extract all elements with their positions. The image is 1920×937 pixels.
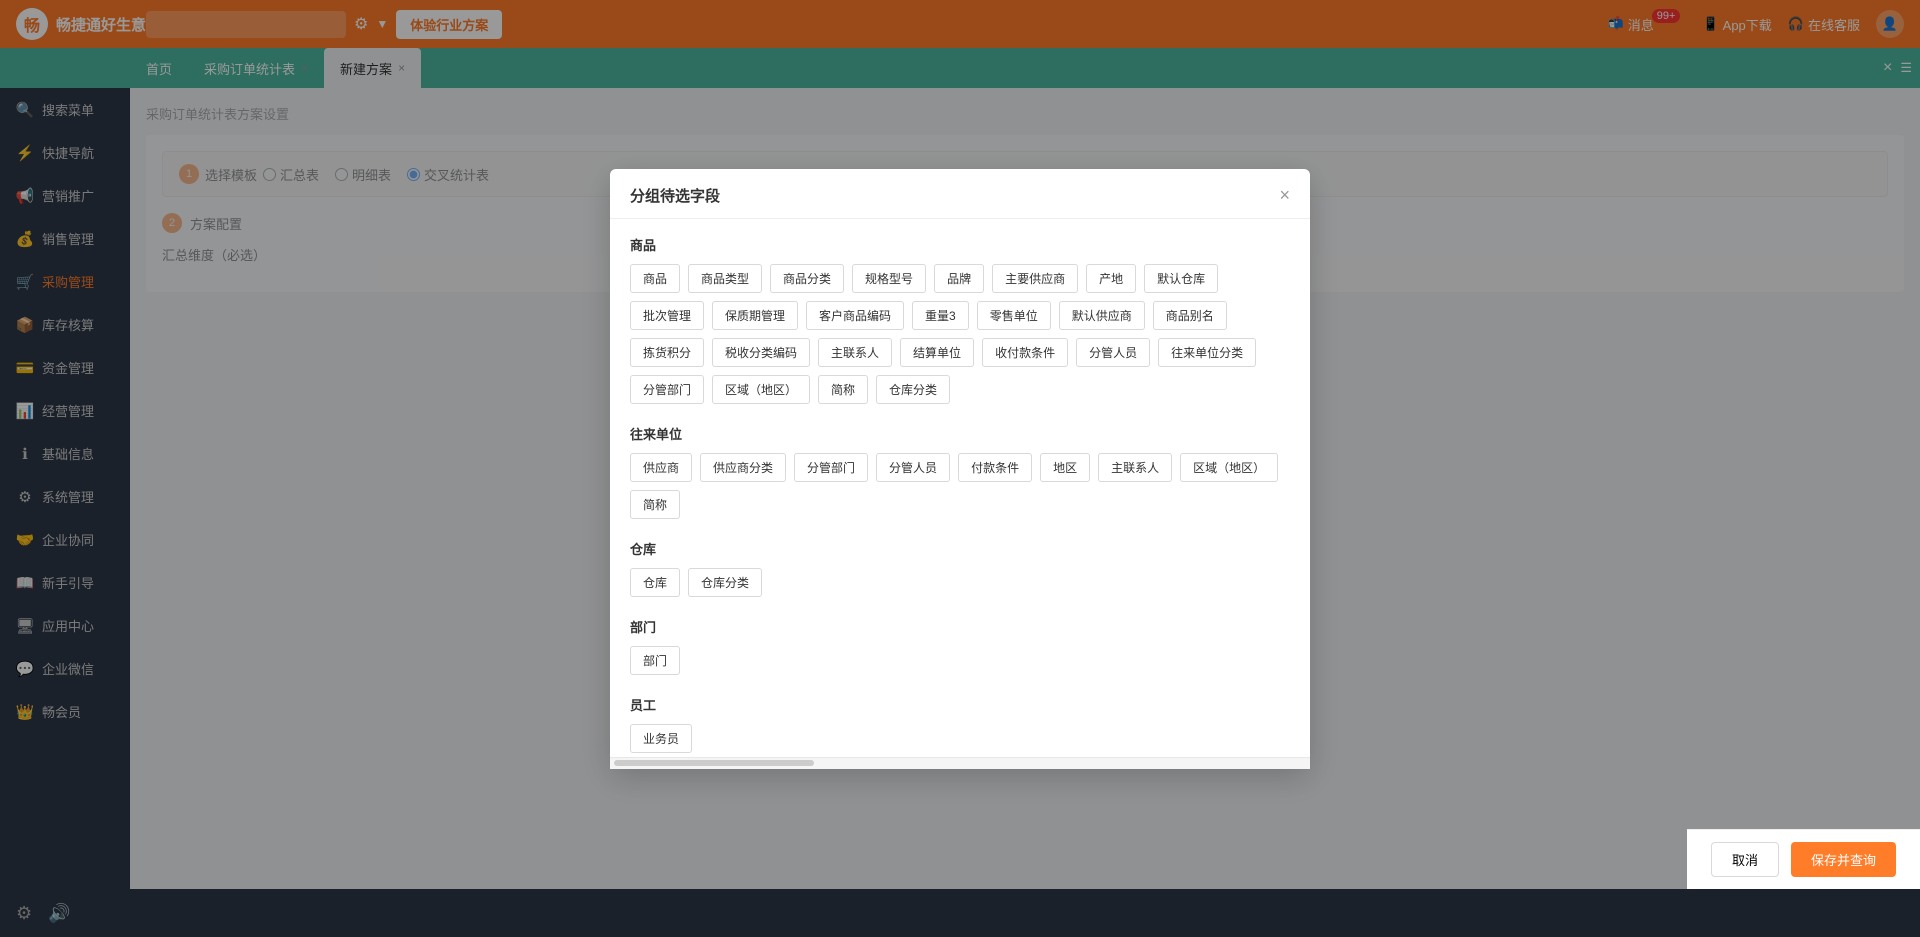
field-tag[interactable]: 分管部门 bbox=[794, 453, 868, 482]
field-tag[interactable]: 商品 bbox=[630, 264, 680, 293]
field-tag[interactable]: 业务员 bbox=[630, 724, 692, 753]
field-tags: 业务员 bbox=[630, 724, 1290, 753]
section-title: 商品 bbox=[630, 235, 1290, 254]
field-tag[interactable]: 拣货积分 bbox=[630, 338, 704, 367]
field-tag[interactable]: 产地 bbox=[1086, 264, 1136, 293]
field-tag[interactable]: 简称 bbox=[630, 490, 680, 519]
section-title: 员工 bbox=[630, 695, 1290, 714]
field-tag[interactable]: 分管部门 bbox=[630, 375, 704, 404]
modal-close-btn[interactable]: × bbox=[1279, 186, 1290, 204]
cancel-button[interactable]: 取消 bbox=[1711, 842, 1779, 877]
field-tag[interactable]: 供应商 bbox=[630, 453, 692, 482]
field-tag[interactable]: 仓库分类 bbox=[688, 568, 762, 597]
field-section-员工: 员工业务员 bbox=[630, 695, 1290, 753]
field-tags: 商品商品类型商品分类规格型号品牌主要供应商产地默认仓库批次管理保质期管理客户商品… bbox=[630, 264, 1290, 404]
field-tag[interactable]: 批次管理 bbox=[630, 301, 704, 330]
field-tag[interactable]: 保质期管理 bbox=[712, 301, 798, 330]
field-tag[interactable]: 部门 bbox=[630, 646, 680, 675]
field-tag[interactable]: 主要供应商 bbox=[992, 264, 1078, 293]
field-tag[interactable]: 零售单位 bbox=[977, 301, 1051, 330]
field-tag[interactable]: 往来单位分类 bbox=[1158, 338, 1256, 367]
field-tag[interactable]: 商品别名 bbox=[1153, 301, 1227, 330]
field-section-商品: 商品商品商品类型商品分类规格型号品牌主要供应商产地默认仓库批次管理保质期管理客户… bbox=[630, 235, 1290, 404]
field-tag[interactable]: 品牌 bbox=[934, 264, 984, 293]
field-tag[interactable]: 仓库 bbox=[630, 568, 680, 597]
section-title: 往来单位 bbox=[630, 424, 1290, 443]
section-title: 仓库 bbox=[630, 539, 1290, 558]
field-tag[interactable]: 区域（地区） bbox=[1180, 453, 1278, 482]
field-tag[interactable]: 商品类型 bbox=[688, 264, 762, 293]
field-tags: 供应商供应商分类分管部门分管人员付款条件地区主联系人区域（地区） 简称 bbox=[630, 453, 1290, 519]
field-tag[interactable]: 仓库分类 bbox=[876, 375, 950, 404]
field-tag[interactable]: 分管人员 bbox=[1076, 338, 1150, 367]
field-tag[interactable]: 税收分类编码 bbox=[712, 338, 810, 367]
modal: 分组待选字段 × 商品商品商品类型商品分类规格型号品牌主要供应商产地默认仓库批次… bbox=[610, 169, 1310, 769]
field-tag[interactable]: 付款条件 bbox=[958, 453, 1032, 482]
field-tag[interactable]: 主联系人 bbox=[1098, 453, 1172, 482]
field-tags: 部门 bbox=[630, 646, 1290, 675]
field-tag[interactable]: 结算单位 bbox=[900, 338, 974, 367]
save-query-button[interactable]: 保存并查询 bbox=[1791, 842, 1896, 877]
field-tag[interactable]: 分管人员 bbox=[876, 453, 950, 482]
field-tag[interactable]: 规格型号 bbox=[852, 264, 926, 293]
field-tag[interactable]: 简称 bbox=[818, 375, 868, 404]
modal-title: 分组待选字段 bbox=[630, 185, 720, 206]
modal-body[interactable]: 商品商品商品类型商品分类规格型号品牌主要供应商产地默认仓库批次管理保质期管理客户… bbox=[610, 219, 1310, 757]
field-tag[interactable]: 客户商品编码 bbox=[806, 301, 904, 330]
field-tag[interactable]: 重量3 bbox=[912, 301, 969, 330]
modal-header: 分组待选字段 × bbox=[610, 169, 1310, 219]
field-section-仓库: 仓库仓库仓库分类 bbox=[630, 539, 1290, 597]
field-tag[interactable]: 商品分类 bbox=[770, 264, 844, 293]
footer-buttons: 取消 保存并查询 bbox=[1687, 829, 1920, 889]
field-section-部门: 部门部门 bbox=[630, 617, 1290, 675]
field-tag[interactable]: 区域（地区） bbox=[712, 375, 810, 404]
modal-overlay: 分组待选字段 × 商品商品商品类型商品分类规格型号品牌主要供应商产地默认仓库批次… bbox=[0, 0, 1920, 937]
field-section-往来单位: 往来单位供应商供应商分类分管部门分管人员付款条件地区主联系人区域（地区） 简称 bbox=[630, 424, 1290, 519]
section-title: 部门 bbox=[630, 617, 1290, 636]
field-tag[interactable]: 主联系人 bbox=[818, 338, 892, 367]
field-tag[interactable]: 默认供应商 bbox=[1059, 301, 1145, 330]
field-tag[interactable]: 收付款条件 bbox=[982, 338, 1068, 367]
field-tag[interactable]: 供应商分类 bbox=[700, 453, 786, 482]
field-tags: 仓库仓库分类 bbox=[630, 568, 1290, 597]
field-tag[interactable]: 默认仓库 bbox=[1144, 264, 1218, 293]
modal-scroll-bottom[interactable] bbox=[610, 757, 1310, 769]
field-tag[interactable]: 地区 bbox=[1040, 453, 1090, 482]
